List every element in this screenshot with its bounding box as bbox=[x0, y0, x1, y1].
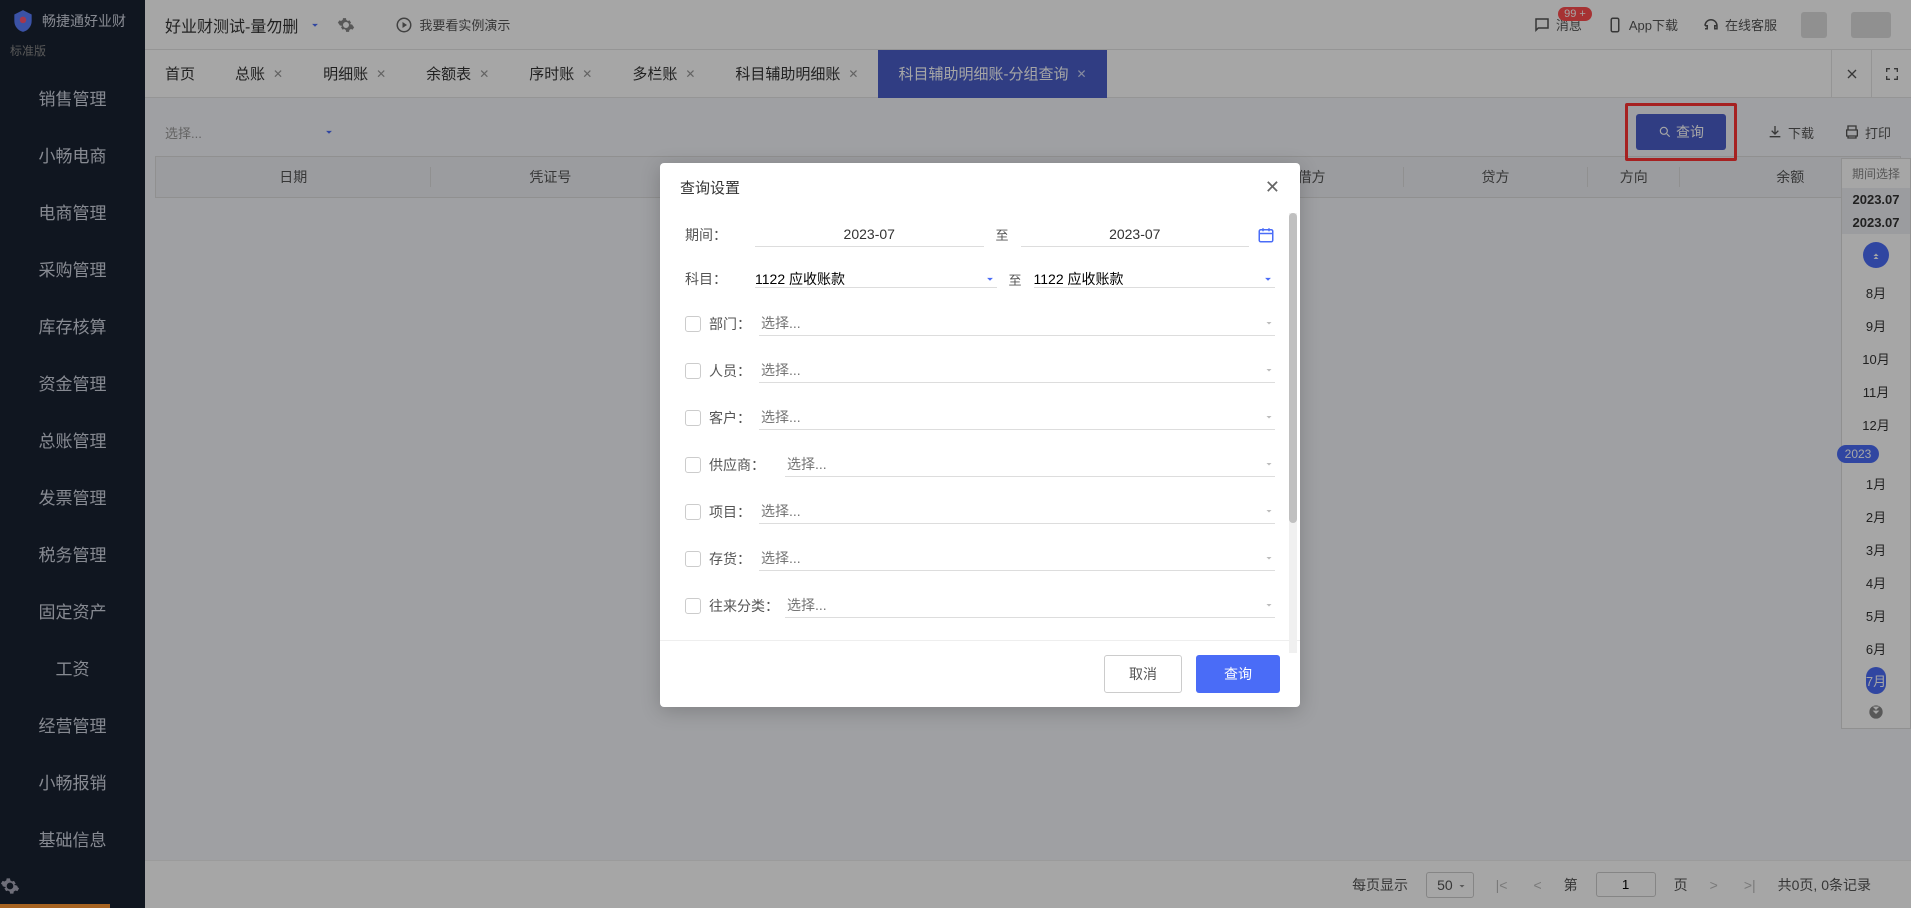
filter-checkbox-1[interactable] bbox=[685, 363, 701, 379]
subject-label: 科目： bbox=[685, 269, 755, 289]
chevron-down-icon[interactable] bbox=[1263, 552, 1275, 564]
modal-close-icon[interactable]: ✕ bbox=[1265, 177, 1280, 198]
period-from-input[interactable] bbox=[755, 222, 984, 247]
ok-button[interactable]: 查询 bbox=[1196, 655, 1280, 693]
modal-title: 查询设置 bbox=[680, 177, 740, 198]
filter-checkbox-5[interactable] bbox=[685, 551, 701, 567]
filter-label-2: 客户： bbox=[709, 408, 759, 428]
filter-input-5[interactable] bbox=[759, 546, 1263, 570]
filter-input-1[interactable] bbox=[759, 358, 1263, 382]
filter-checkbox-6[interactable] bbox=[685, 598, 701, 614]
filter-input-3[interactable] bbox=[785, 452, 1263, 476]
filter-label-5: 存货： bbox=[709, 549, 759, 569]
chevron-down-icon[interactable] bbox=[1263, 599, 1275, 611]
filter-label-6: 往来分类： bbox=[709, 596, 785, 616]
filter-input-6[interactable] bbox=[785, 593, 1263, 617]
filter-checkbox-4[interactable] bbox=[685, 504, 701, 520]
subject-from-input[interactable] bbox=[755, 271, 983, 287]
subject-separator: 至 bbox=[1009, 270, 1022, 289]
period-to-input[interactable] bbox=[1021, 222, 1250, 247]
cancel-button[interactable]: 取消 bbox=[1104, 655, 1182, 693]
chevron-down-icon[interactable] bbox=[983, 272, 997, 286]
period-label: 期间： bbox=[685, 225, 755, 245]
modal-scrollbar[interactable] bbox=[1289, 213, 1297, 653]
filter-input-2[interactable] bbox=[759, 405, 1263, 429]
filter-label-4: 项目： bbox=[709, 502, 759, 522]
chevron-down-icon[interactable] bbox=[1261, 272, 1275, 286]
subject-to-input[interactable] bbox=[1034, 271, 1262, 287]
filter-checkbox-0[interactable] bbox=[685, 316, 701, 332]
query-settings-modal: 查询设置 ✕ 期间： 至 科目： 至 部门： 人员： 客户： 供应商： 项目： 存货： 往来… bbox=[660, 163, 1300, 707]
calendar-icon[interactable] bbox=[1257, 226, 1275, 244]
filter-checkbox-3[interactable] bbox=[685, 457, 701, 473]
filter-checkbox-2[interactable] bbox=[685, 410, 701, 426]
filter-label-1: 人员： bbox=[709, 361, 759, 381]
filter-input-0[interactable] bbox=[759, 311, 1263, 335]
chevron-down-icon[interactable] bbox=[1263, 317, 1275, 329]
chevron-down-icon[interactable] bbox=[1263, 364, 1275, 376]
filter-label-3: 供应商： bbox=[709, 455, 785, 475]
filter-input-4[interactable] bbox=[759, 499, 1263, 523]
chevron-down-icon[interactable] bbox=[1263, 458, 1275, 470]
chevron-down-icon[interactable] bbox=[1263, 411, 1275, 423]
chevron-down-icon[interactable] bbox=[1263, 505, 1275, 517]
filter-label-0: 部门： bbox=[709, 314, 759, 334]
period-separator: 至 bbox=[996, 225, 1009, 244]
